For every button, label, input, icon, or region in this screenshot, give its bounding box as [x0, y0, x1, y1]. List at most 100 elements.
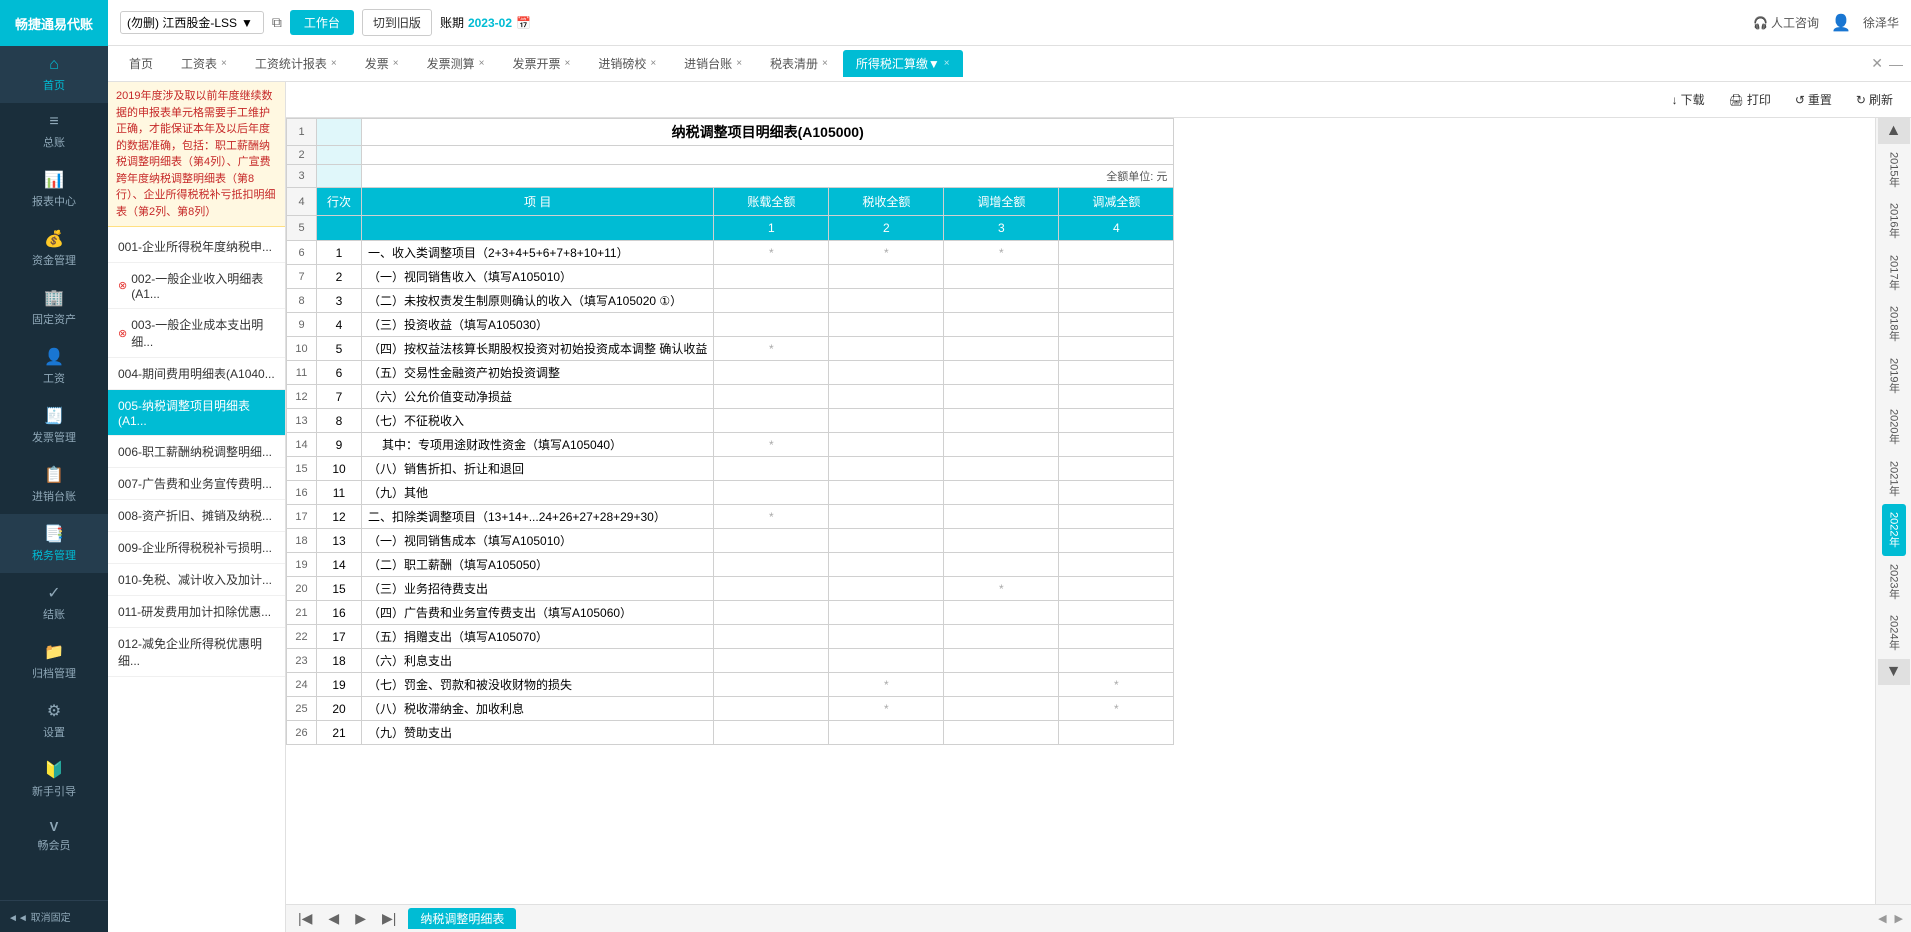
sidebar-item-vip[interactable]: V 畅会员 [0, 809, 108, 863]
sales-icon: 📋 [44, 465, 64, 485]
year-2019[interactable]: 2019年 [1882, 350, 1906, 401]
sidebar-item-tax[interactable]: 📑 税务管理 [0, 514, 108, 573]
list-item-001[interactable]: 001-企业所得税年度纳税申... [108, 231, 285, 263]
sidebar-item-home[interactable]: ⌂ 首页 [0, 46, 108, 103]
sheet-nav-next[interactable]: ▶ [351, 908, 370, 929]
sidebar-pin[interactable]: ◄◄ 取消固定 [0, 900, 108, 932]
tab-invoice-open[interactable]: 发票开票 × [499, 50, 583, 77]
sidebar-item-guide[interactable]: 🔰 新手引导 [0, 750, 108, 809]
scroll-left-icon[interactable]: ◀ [1878, 912, 1886, 925]
print-button[interactable]: 🖨 打印 [1723, 88, 1777, 111]
year-2021[interactable]: 2021年 [1882, 453, 1906, 504]
sidebar-item-label: 首页 [43, 77, 65, 93]
tab-tax-clear[interactable]: 税表清册 × [757, 50, 841, 77]
year-2016[interactable]: 2016年 [1882, 195, 1906, 246]
table-row: 24 19 （七）罚金、罚款和被没收财物的损失 * * [287, 673, 1174, 697]
download-icon: ↓ [1672, 93, 1678, 107]
col-header-zhangzai: 账载全额 [714, 188, 829, 216]
tab-close-icon[interactable]: × [822, 58, 828, 69]
sidebar-item-label: 资金管理 [32, 252, 76, 268]
company-select[interactable]: (勿删) 江西股金-LSS ▼ [120, 11, 264, 34]
sidebar-item-ledger[interactable]: ≡ 总账 [0, 103, 108, 160]
close-all-icon[interactable]: ✕ [1871, 55, 1883, 72]
tab-payroll[interactable]: 工资表 × [168, 50, 240, 77]
year-2015[interactable]: 2015年 [1882, 144, 1906, 195]
tab-close-icon[interactable]: × [650, 58, 656, 69]
minimize-icon[interactable]: — [1889, 56, 1903, 72]
workbench-button[interactable]: 工作台 [290, 10, 354, 35]
scroll-right-icon[interactable]: ▶ [1895, 912, 1903, 925]
tab-close-icon[interactable]: × [944, 58, 950, 69]
tab-invoice[interactable]: 发票 × [352, 50, 412, 77]
col-header-tiaojian: 调减全额 [1059, 188, 1174, 216]
tax-icon: 📑 [44, 524, 64, 544]
table-row: 3 全额单位: 元 [287, 165, 1174, 188]
table-row: 20 15 （三）业务招待费支出 * [287, 577, 1174, 601]
sidebar-item-assets[interactable]: 🏢 固定资产 [0, 278, 108, 337]
tab-invoice-calc[interactable]: 发票测算 × [414, 50, 498, 77]
year-2024[interactable]: 2024年 [1882, 607, 1906, 658]
sidebar-item-reports[interactable]: 📊 报表中心 [0, 160, 108, 219]
year-2023[interactable]: 2023年 [1882, 556, 1906, 607]
year-2022[interactable]: 2022年 [1882, 504, 1906, 555]
sidebar-item-close[interactable]: ✓ 结账 [0, 573, 108, 632]
tab-close-icon[interactable]: × [736, 58, 742, 69]
tab-close-icon[interactable]: × [331, 58, 337, 69]
sidebar-item-finance[interactable]: 💰 资金管理 [0, 219, 108, 278]
copy-icon[interactable]: ⧉ [272, 14, 282, 31]
sheet-title: 纳税调整项目明细表(A105000) [362, 119, 1174, 146]
spreadsheet-container[interactable]: 1 纳税调整项目明细表(A105000) 2 [286, 118, 1875, 904]
table-row: 21 16 （四）广告费和业务宣传费支出（填写A105060） [287, 601, 1174, 625]
old-version-button[interactable]: 切到旧版 [362, 9, 432, 36]
list-item-010[interactable]: 010-免税、减计收入及加计... [108, 564, 285, 596]
calendar-icon[interactable]: 📅 [516, 16, 531, 30]
list-item-009[interactable]: 009-企业所得税税补亏损明... [108, 532, 285, 564]
reset-button[interactable]: ↺ 重置 [1789, 88, 1838, 111]
sheet-nav-last[interactable]: ▶| [378, 908, 400, 929]
list-item-005[interactable]: 005-纳税调整项目明细表(A1... [108, 390, 285, 436]
table-row: 22 17 （五）捐赠支出（填写A105070） [287, 625, 1174, 649]
col-header-hangci: 行次 [317, 188, 362, 216]
year-scroll-up[interactable]: ▲ [1878, 118, 1910, 144]
year-2017[interactable]: 2017年 [1882, 247, 1906, 298]
home-icon: ⌂ [49, 56, 59, 74]
tab-close-icon[interactable]: × [393, 58, 399, 69]
refresh-button[interactable]: ↻ 刷新 [1850, 88, 1899, 111]
list-item-002[interactable]: ⊗ 002-一般企业收入明细表(A1... [108, 263, 285, 309]
list-item-006[interactable]: 006-职工薪酬纳税调整明细... [108, 436, 285, 468]
year-2020[interactable]: 2020年 [1882, 401, 1906, 452]
tab-home[interactable]: 首页 [116, 50, 166, 77]
tab-payroll-report[interactable]: 工资统计报表 × [242, 50, 350, 77]
service-btn[interactable]: 🎧 人工咨询 [1753, 14, 1819, 31]
sidebar-item-settings[interactable]: ⚙ 设置 [0, 691, 108, 750]
table-row: 9 4 （三）投资收益（填写A105030） [287, 313, 1174, 337]
sheet-nav-prev[interactable]: ◀ [324, 908, 343, 929]
list-item-003[interactable]: ⊗ 003-一般企业成本支出明细... [108, 309, 285, 358]
sidebar-item-sales[interactable]: 📋 进销台账 [0, 455, 108, 514]
tab-close-icon[interactable]: × [479, 58, 485, 69]
sheet-tab-active[interactable]: 纳税调整明细表 [408, 908, 516, 929]
sidebar-item-label: 归档管理 [32, 665, 76, 681]
tab-close-icon[interactable]: × [564, 58, 570, 69]
tab-close-icon[interactable]: × [221, 58, 227, 69]
list-item-011[interactable]: 011-研发费用加计扣除优惠... [108, 596, 285, 628]
sidebar-item-payroll[interactable]: 👤 工资 [0, 337, 108, 396]
col-header-xiangmu: 项 目 [362, 188, 714, 216]
tab-sales-check[interactable]: 进销磅校 × [585, 50, 669, 77]
topbar-right: 🎧 人工咨询 👤 徐泽华 [1753, 13, 1899, 33]
year-scroll-down[interactable]: ▼ [1878, 659, 1910, 685]
download-button[interactable]: ↓ 下载 [1666, 88, 1711, 111]
sidebar-item-invoice[interactable]: 🧾 发票管理 [0, 396, 108, 455]
tab-sales-ledger[interactable]: 进销台账 × [671, 50, 755, 77]
notice-bar: 2019年度涉及取以前年度继续数据的申报表单元格需要手工维护正确，才能保证本年及… [108, 82, 285, 227]
tab-income-tax[interactable]: 所得税汇算缴▼ × [843, 50, 963, 77]
assets-icon: 🏢 [44, 288, 64, 308]
list-item-008[interactable]: 008-资产折旧、摊销及纳税... [108, 500, 285, 532]
list-item-012[interactable]: 012-减免企业所得税优惠明细... [108, 628, 285, 677]
list-item-007[interactable]: 007-广告费和业务宣传费明... [108, 468, 285, 500]
sidebar-item-archive[interactable]: 📁 归档管理 [0, 632, 108, 691]
sheet-nav-first[interactable]: |◀ [294, 908, 316, 929]
year-2018[interactable]: 2018年 [1882, 298, 1906, 349]
list-item-004[interactable]: 004-期间费用明细表(A1040... [108, 358, 285, 390]
headset-icon: 🎧 [1753, 16, 1768, 30]
